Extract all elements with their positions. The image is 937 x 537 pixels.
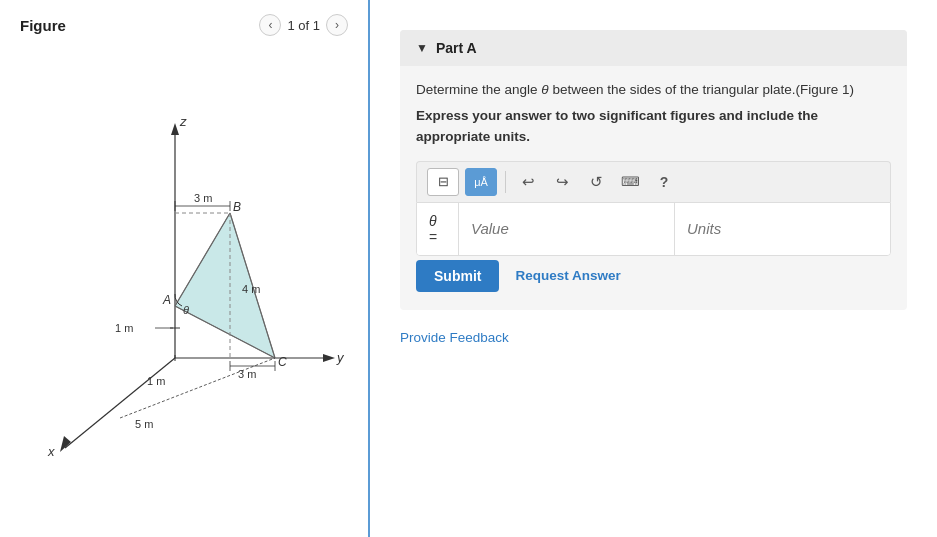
matrix-button[interactable]: ⊟ <box>427 168 459 196</box>
part-body: Determine the angle θ between the sides … <box>400 66 907 310</box>
keyboard-button[interactable]: ⌨ <box>616 168 644 196</box>
prev-figure-button[interactable]: ‹ <box>259 14 281 36</box>
svg-marker-4 <box>323 354 335 362</box>
figure-nav: ‹ 1 of 1 › <box>259 14 348 36</box>
part-title: Part A <box>436 40 477 56</box>
reset-button[interactable]: ↺ <box>582 168 610 196</box>
problem-text: Determine the angle θ between the sides … <box>416 80 891 100</box>
svg-text:5 m: 5 m <box>135 418 153 430</box>
problem-bold: Express your answer to two significant f… <box>416 106 891 147</box>
part-collapse-icon[interactable]: ▼ <box>416 41 428 55</box>
help-icon: ? <box>660 174 669 190</box>
svg-text:B: B <box>233 200 241 214</box>
svg-text:1 m: 1 m <box>147 375 165 387</box>
answer-label: θ = <box>417 203 458 255</box>
svg-text:4 m: 4 m <box>242 283 260 295</box>
figure-svg: z y x 1 m 1 m <box>20 48 360 458</box>
unit-icon: μÅ <box>474 176 488 188</box>
answer-toolbar: ⊟ μÅ ↩ ↪ ↺ ⌨ ? <box>416 161 891 202</box>
svg-text:3 m: 3 m <box>238 368 256 380</box>
figure-page: 1 of 1 <box>287 18 320 33</box>
svg-marker-1 <box>171 123 179 135</box>
right-panel: ▼ Part A Determine the angle θ between t… <box>370 0 937 537</box>
redo-button[interactable]: ↪ <box>548 168 576 196</box>
part-section: ▼ Part A Determine the angle θ between t… <box>400 30 907 310</box>
svg-text:A: A <box>162 293 171 307</box>
keyboard-icon: ⌨ <box>621 174 640 189</box>
figure-header: Figure ‹ 1 of 1 › <box>20 10 368 40</box>
units-input[interactable] <box>675 203 890 255</box>
svg-line-29 <box>120 358 275 418</box>
matrix-icon: ⊟ <box>438 174 449 189</box>
svg-text:C: C <box>278 355 287 369</box>
svg-text:y: y <box>336 350 345 365</box>
unit-button[interactable]: μÅ <box>465 168 497 196</box>
svg-text:x: x <box>47 444 55 458</box>
redo-icon: ↪ <box>556 173 569 191</box>
svg-text:3 m: 3 m <box>194 192 212 204</box>
next-figure-button[interactable]: › <box>326 14 348 36</box>
left-panel: Figure ‹ 1 of 1 › z y x 1 m <box>0 0 370 537</box>
answer-row: θ = <box>416 202 891 256</box>
svg-text:θ: θ <box>183 304 189 316</box>
feedback-link[interactable]: Provide Feedback <box>400 330 907 345</box>
figure-title: Figure <box>20 17 66 34</box>
svg-text:1 m: 1 m <box>115 322 133 334</box>
figure-area: z y x 1 m 1 m <box>20 48 360 468</box>
help-button[interactable]: ? <box>650 168 678 196</box>
reset-icon: ↺ <box>590 173 603 191</box>
toolbar-separator <box>505 171 506 193</box>
part-header: ▼ Part A <box>400 30 907 66</box>
theta-label: θ = <box>429 213 446 245</box>
request-answer-link[interactable]: Request Answer <box>515 268 620 283</box>
undo-icon: ↩ <box>522 173 535 191</box>
submit-button[interactable]: Submit <box>416 260 499 292</box>
undo-button[interactable]: ↩ <box>514 168 542 196</box>
svg-text:z: z <box>179 114 187 129</box>
value-input[interactable] <box>458 203 675 255</box>
action-row: Submit Request Answer <box>416 260 891 292</box>
